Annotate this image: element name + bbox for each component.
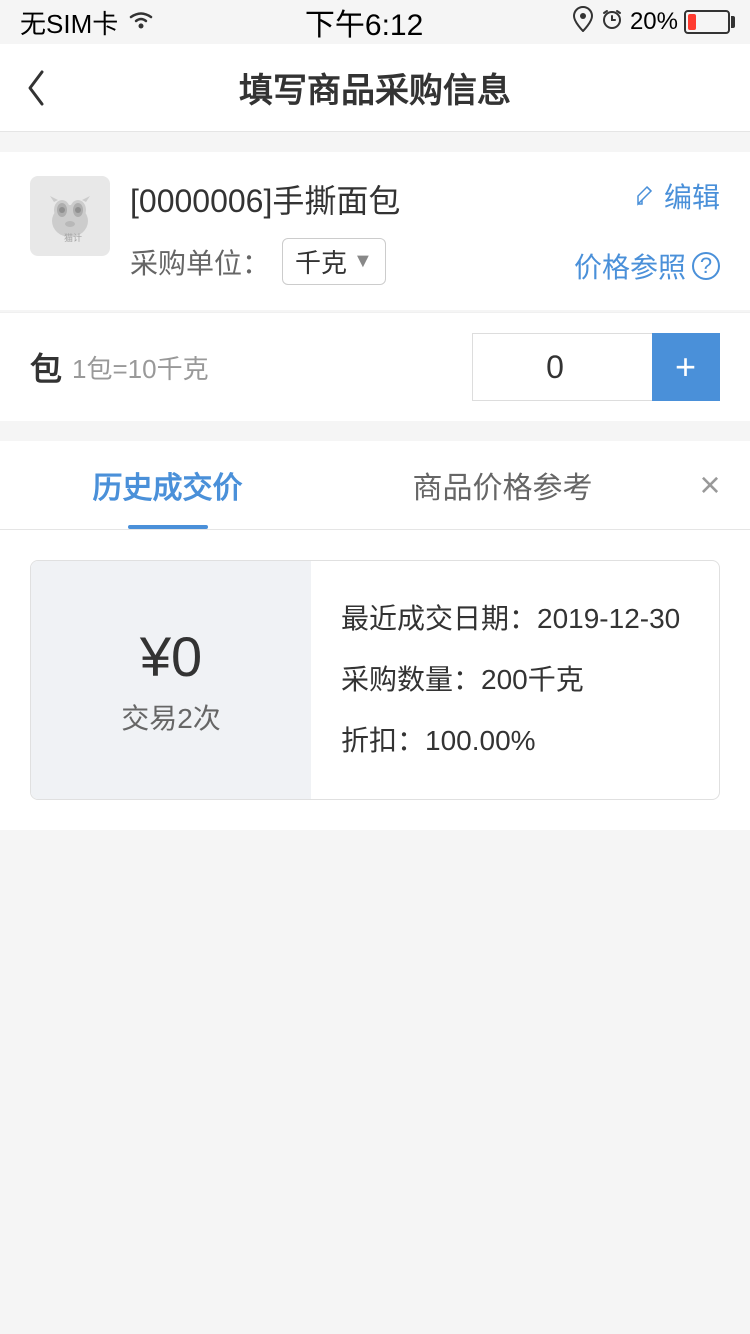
status-right: 20% [572, 6, 730, 39]
price-detail-qty: 采购数量：200千克 [341, 658, 689, 703]
svg-text:猫计: 猫计 [64, 232, 82, 243]
quantity-conversion: 1包=10千克 [72, 349, 209, 386]
help-icon: ? [692, 252, 720, 280]
status-bar: 无SIM卡 下午6:12 20% [0, 0, 750, 44]
carrier-text: 无SIM卡 [20, 4, 118, 41]
qty-value: 200千克 [481, 664, 584, 695]
tabs-section: 历史成交价 商品价格参考 × ¥0 交易2次 最近成交日期：2019-12-30… [0, 441, 750, 830]
quantity-section: 包 1包=10千克 + [0, 312, 750, 421]
wifi-icon [126, 7, 156, 38]
price-card-left: ¥0 交易2次 [31, 561, 311, 799]
discount-label: 折扣： [341, 725, 425, 756]
unit-select[interactable]: 千克 ▼ [282, 238, 386, 285]
unit-select-arrow-icon: ▼ [353, 250, 373, 273]
product-info: [0000006]手撕面包 采购单位： 千克 ▼ [130, 176, 400, 285]
price-card-right: 最近成交日期：2019-12-30 采购数量：200千克 折扣：100.00% [311, 561, 719, 799]
discount-value: 100.00% [425, 725, 536, 756]
price-card: ¥0 交易2次 最近成交日期：2019-12-30 采购数量：200千克 折扣：… [30, 560, 720, 800]
date-label: 最近成交日期： [341, 603, 537, 634]
tab-product-price-ref-label: 商品价格参考 [413, 463, 593, 507]
quantity-label: 包 1包=10千克 [30, 344, 209, 390]
quantity-controls: + [472, 333, 720, 401]
edit-label: 编辑 [664, 176, 720, 216]
battery-percent: 20% [630, 8, 678, 36]
product-name: [0000006]手撕面包 [130, 176, 400, 222]
location-icon [572, 6, 594, 39]
product-left: 猫计 [0000006]手撕面包 采购单位： 千克 ▼ [30, 176, 400, 285]
status-time: 下午6:12 [305, 0, 423, 44]
product-section: 猫计 [0000006]手撕面包 采购单位： 千克 ▼ [0, 152, 750, 310]
tabs-header: 历史成交价 商品价格参考 × [0, 441, 750, 530]
back-button[interactable] [24, 68, 48, 108]
quantity-unit-tag: 包 [30, 344, 62, 390]
price-amount: ¥0 [140, 624, 202, 689]
price-ref-button[interactable]: 价格参照 ? [574, 246, 720, 286]
price-detail-discount: 折扣：100.00% [341, 719, 689, 764]
battery-icon [684, 10, 730, 34]
nav-bar: 填写商品采购信息 [0, 44, 750, 132]
unit-label: 采购单位： [130, 242, 270, 282]
date-value: 2019-12-30 [537, 603, 680, 634]
price-ref-label: 价格参照 [574, 246, 686, 286]
tab-close-button[interactable]: × [670, 441, 750, 529]
product-header: 猫计 [0000006]手撕面包 采购单位： 千克 ▼ [30, 176, 720, 286]
close-icon: × [699, 464, 720, 506]
page-title: 填写商品采购信息 [239, 63, 511, 112]
alarm-icon [600, 7, 624, 38]
price-detail-date: 最近成交日期：2019-12-30 [341, 597, 689, 642]
tab-history-price[interactable]: 历史成交价 [0, 441, 335, 529]
qty-label: 采购数量： [341, 664, 481, 695]
product-thumbnail: 猫计 [30, 176, 110, 256]
product-right: 编辑 价格参照 ? [574, 176, 720, 286]
quantity-input[interactable] [472, 333, 652, 401]
quantity-plus-button[interactable]: + [652, 333, 720, 401]
history-content: ¥0 交易2次 最近成交日期：2019-12-30 采购数量：200千克 折扣：… [0, 530, 750, 830]
edit-button[interactable]: 编辑 [634, 176, 720, 216]
tab-product-price-ref[interactable]: 商品价格参考 [335, 441, 670, 529]
unit-value: 千克 [295, 243, 347, 280]
price-times: 交易2次 [121, 697, 221, 737]
status-carrier: 无SIM卡 [20, 4, 156, 41]
product-unit-row: 采购单位： 千克 ▼ [130, 238, 400, 285]
tab-history-price-label: 历史成交价 [93, 463, 243, 507]
